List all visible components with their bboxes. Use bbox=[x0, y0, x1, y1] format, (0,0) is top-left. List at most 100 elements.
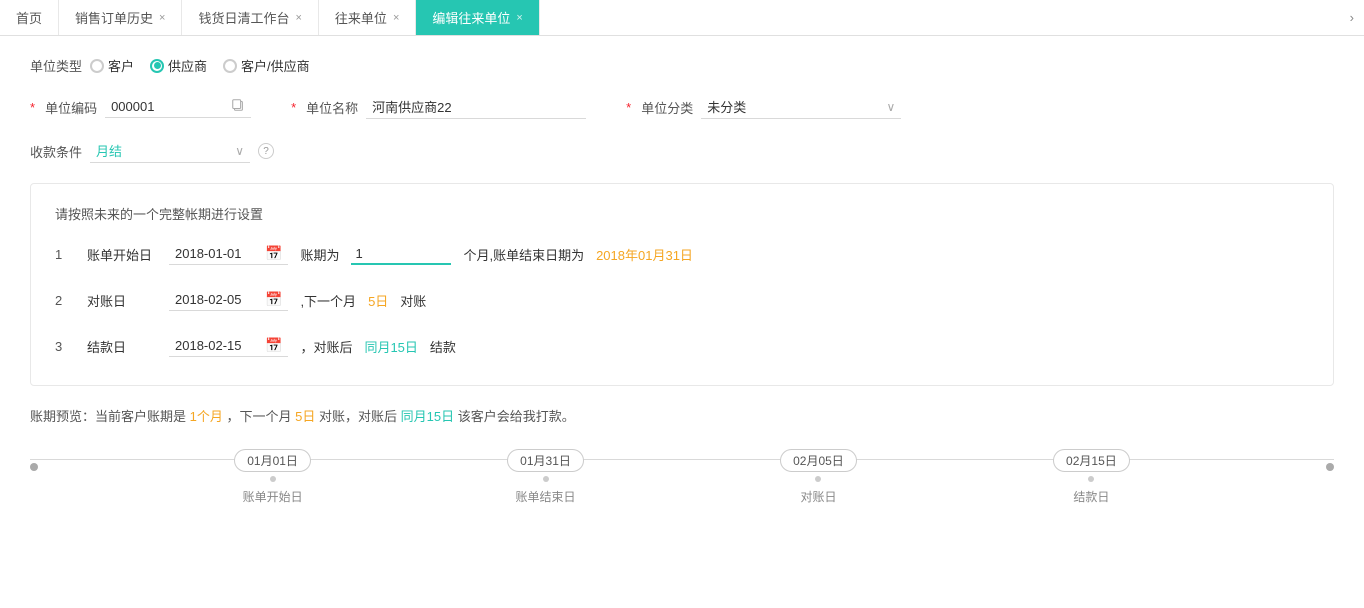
timeline-end-dot bbox=[1326, 463, 1334, 471]
timeline-node-1-label: 账单结束日 bbox=[516, 488, 576, 505]
reconcile-desc-highlight: 5日 bbox=[368, 291, 388, 310]
tab-sales-order-history[interactable]: 销售订单历史 × bbox=[59, 0, 182, 35]
reconcile-desc-suffix: 对账 bbox=[400, 291, 426, 310]
timeline-node-0-label: 账单开始日 bbox=[243, 488, 303, 505]
period-result: 2018年01月31日 bbox=[596, 245, 693, 264]
timeline-node-2-dot bbox=[815, 476, 821, 482]
required-star-category: * bbox=[626, 100, 631, 115]
reconcile-date-input-wrapper: 📅 bbox=[169, 289, 288, 311]
setting-label-2: 对账日 bbox=[87, 291, 157, 310]
radio-supplier-circle bbox=[150, 59, 164, 73]
required-star-code: * bbox=[30, 100, 35, 115]
period-prefix: 账期为 bbox=[300, 245, 339, 264]
start-date-input-wrapper: 📅 bbox=[169, 243, 288, 265]
tab-cashflow-workbench[interactable]: 钱货日清工作台 × bbox=[182, 0, 318, 35]
page-content: 单位类型 客户 供应商 客户/供应商 * 单位编码 bbox=[0, 36, 1364, 608]
unit-category-select[interactable]: 未分类 ∨ bbox=[701, 95, 901, 119]
tab-home-label: 首页 bbox=[16, 8, 42, 27]
payment-desc-suffix: 结款 bbox=[430, 337, 456, 356]
preview-highlight3: 同月15日 bbox=[401, 409, 454, 424]
radio-customer-circle bbox=[90, 59, 104, 73]
tab-edit-partner-unit-label: 编辑往来单位 bbox=[432, 8, 510, 27]
timeline-node-1-dot bbox=[543, 476, 549, 482]
start-date-input[interactable] bbox=[175, 246, 265, 261]
payment-terms-label: 收款条件 bbox=[30, 142, 82, 161]
close-icon[interactable]: × bbox=[393, 12, 399, 24]
payment-terms-select[interactable]: 月结 ∨ bbox=[90, 139, 250, 163]
radio-both-label: 客户/供应商 bbox=[241, 56, 310, 75]
tab-expand-button[interactable]: › bbox=[1340, 0, 1364, 35]
unit-code-input[interactable] bbox=[111, 99, 231, 114]
calendar-icon-1[interactable]: 📅 bbox=[265, 245, 282, 262]
payment-date-input-wrapper: 📅 bbox=[169, 335, 288, 357]
reconcile-date-input[interactable] bbox=[175, 292, 265, 307]
preview-middle1: ，下一个月 bbox=[227, 409, 292, 424]
chevron-down-icon: ∨ bbox=[235, 144, 244, 158]
unit-name-input[interactable] bbox=[366, 95, 586, 119]
period-suffix: 个月,账单结束日期为 bbox=[463, 245, 584, 264]
timeline-node-2: 02月05日 对账日 bbox=[780, 449, 857, 505]
close-icon[interactable]: × bbox=[159, 12, 165, 24]
preview-highlight2: 5日 bbox=[295, 409, 315, 424]
setting-row-3: 3 结款日 📅 ，对账后 同月15日 结款 bbox=[55, 335, 1309, 357]
timeline-node-3-label: 结款日 bbox=[1073, 488, 1109, 505]
calendar-icon-3[interactable]: 📅 bbox=[265, 337, 282, 354]
unit-category-label: 单位分类 bbox=[641, 98, 693, 117]
preview-text: 账期预览：当前客户账期是 1个月 ，下一个月 5日 对账，对账后 同月15日 该… bbox=[30, 406, 1334, 425]
radio-both-circle bbox=[223, 59, 237, 73]
payment-date-input[interactable] bbox=[175, 338, 265, 353]
copy-icon[interactable] bbox=[231, 98, 245, 115]
help-icon[interactable]: ? bbox=[258, 143, 274, 159]
preview-prefix: 账期预览：当前客户账期是 bbox=[30, 409, 186, 424]
unit-category-value: 未分类 bbox=[707, 97, 886, 116]
tab-home[interactable]: 首页 bbox=[0, 0, 59, 35]
timeline-node-0-dot bbox=[270, 476, 276, 482]
setting-row-1: 1 账单开始日 📅 账期为 个月,账单结束日期为 2018年01月31日 bbox=[55, 243, 1309, 265]
settings-card: 请按照未来的一个完整帐期进行设置 1 账单开始日 📅 账期为 个月,账单结束日期… bbox=[30, 183, 1334, 386]
preview-middle2: 对账，对账后 bbox=[319, 409, 397, 424]
chevron-down-icon: ∨ bbox=[886, 100, 895, 114]
setting-index-2: 2 bbox=[55, 293, 75, 308]
setting-index-3: 3 bbox=[55, 339, 75, 354]
tab-partner-units[interactable]: 往来单位 × bbox=[319, 0, 416, 35]
preview-highlight1: 1个月 bbox=[190, 409, 223, 424]
payment-desc-prefix: ，对账后 bbox=[300, 337, 352, 356]
tab-partner-units-label: 往来单位 bbox=[335, 8, 387, 27]
timeline-node-2-date: 02月05日 bbox=[780, 449, 857, 472]
unit-type-row: 单位类型 客户 供应商 客户/供应商 bbox=[30, 56, 1334, 75]
unit-type-radio-group: 客户 供应商 客户/供应商 bbox=[90, 56, 310, 75]
unit-info-row: * 单位编码 * 单位名称 * 单位分类 未分类 ∨ bbox=[30, 95, 1334, 119]
unit-type-label: 单位类型 bbox=[30, 56, 82, 75]
timeline-node-2-label: 对账日 bbox=[800, 488, 836, 505]
radio-supplier[interactable]: 供应商 bbox=[150, 56, 207, 75]
close-icon[interactable]: × bbox=[516, 12, 522, 24]
preview-suffix: 该客户会给我打款。 bbox=[458, 409, 575, 424]
radio-supplier-label: 供应商 bbox=[168, 56, 207, 75]
required-star-name: * bbox=[291, 100, 296, 115]
setting-row-2: 2 对账日 📅 ,下一个月 5日 对账 bbox=[55, 289, 1309, 311]
radio-both[interactable]: 客户/供应商 bbox=[223, 56, 310, 75]
unit-name-label: 单位名称 bbox=[306, 98, 358, 117]
timeline-node-1-date: 01月31日 bbox=[507, 449, 584, 472]
calendar-icon-2[interactable]: 📅 bbox=[265, 291, 282, 308]
payment-desc-highlight: 同月15日 bbox=[364, 337, 417, 356]
period-input[interactable] bbox=[351, 244, 451, 265]
reconcile-desc-prefix: ,下一个月 bbox=[300, 291, 356, 310]
timeline-node-3-date: 02月15日 bbox=[1053, 449, 1130, 472]
setting-label-3: 结款日 bbox=[87, 337, 157, 356]
settings-title: 请按照未来的一个完整帐期进行设置 bbox=[55, 204, 1309, 223]
timeline-node-0: 01月01日 账单开始日 bbox=[234, 449, 311, 505]
timeline: 01月01日 账单开始日 01月31日 账单结束日 02月05日 对账日 02月… bbox=[30, 441, 1334, 505]
setting-index-1: 1 bbox=[55, 247, 75, 262]
timeline-items: 01月01日 账单开始日 01月31日 账单结束日 02月05日 对账日 02月… bbox=[30, 449, 1334, 505]
timeline-start-dot bbox=[30, 463, 38, 471]
tabs-bar: 首页 销售订单历史 × 钱货日清工作台 × 往来单位 × 编辑往来单位 × › bbox=[0, 0, 1364, 36]
radio-customer[interactable]: 客户 bbox=[90, 56, 134, 75]
timeline-node-1: 01月31日 账单结束日 bbox=[507, 449, 584, 505]
tab-cashflow-workbench-label: 钱货日清工作台 bbox=[198, 8, 289, 27]
payment-terms-row: 收款条件 月结 ∨ ? bbox=[30, 139, 1334, 163]
unit-code-label: 单位编码 bbox=[45, 98, 97, 117]
timeline-node-3: 02月15日 结款日 bbox=[1053, 449, 1130, 505]
close-icon[interactable]: × bbox=[295, 12, 301, 24]
tab-edit-partner-unit[interactable]: 编辑往来单位 × bbox=[416, 0, 539, 35]
